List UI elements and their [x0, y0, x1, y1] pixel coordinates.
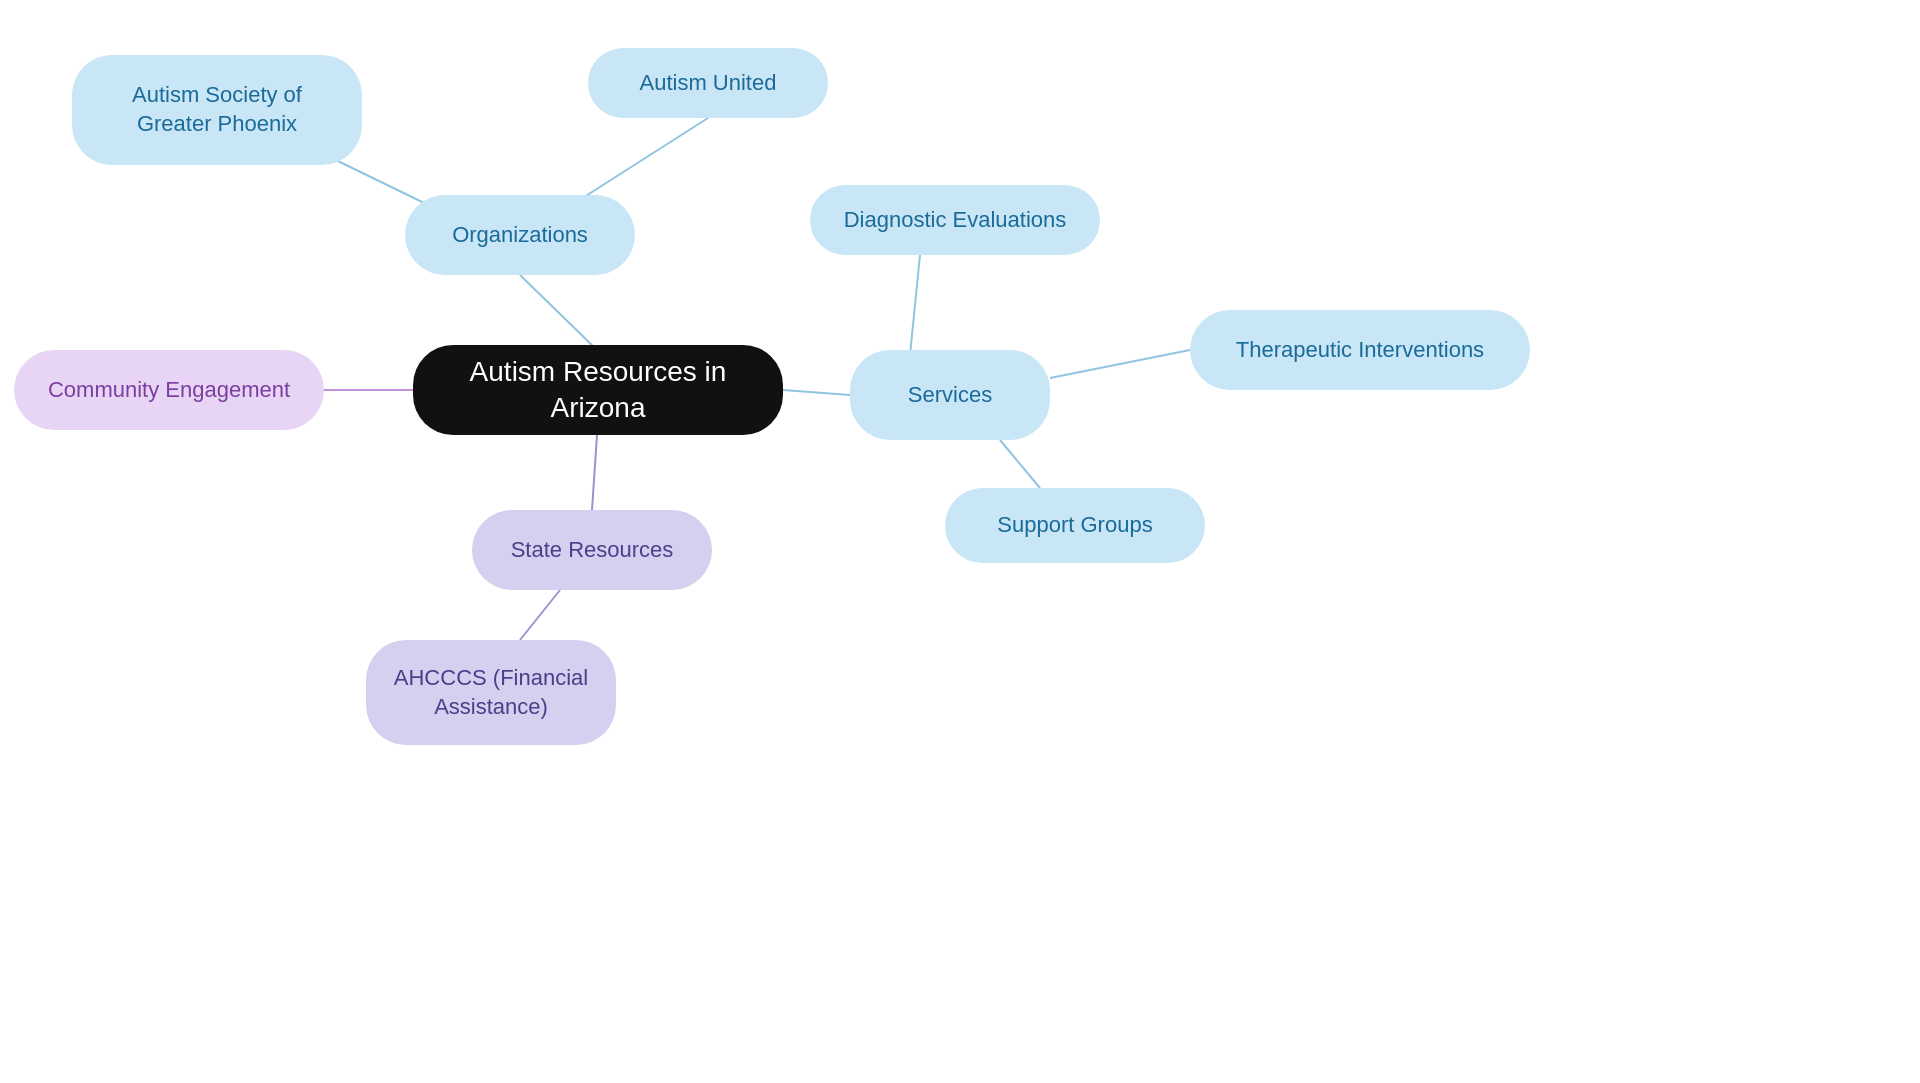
svg-line-0 — [520, 275, 597, 350]
center-node: Autism Resources in Arizona — [413, 345, 783, 435]
svg-line-6 — [1050, 350, 1190, 378]
organizations-node[interactable]: Organizations — [405, 195, 635, 275]
autism-society-node[interactable]: Autism Society of Greater Phoenix — [72, 55, 362, 165]
autism-united-node[interactable]: Autism United — [588, 48, 828, 118]
services-node[interactable]: Services — [850, 350, 1050, 440]
svg-line-4 — [783, 390, 850, 395]
svg-line-9 — [520, 590, 560, 640]
therapeutic-interventions-node[interactable]: Therapeutic Interventions — [1190, 310, 1530, 390]
support-groups-node[interactable]: Support Groups — [945, 488, 1205, 563]
svg-line-5 — [910, 255, 920, 355]
community-engagement-node[interactable]: Community Engagement — [14, 350, 324, 430]
diagnostic-evaluations-node[interactable]: Diagnostic Evaluations — [810, 185, 1100, 255]
ahcccs-node[interactable]: AHCCCS (Financial Assistance) — [366, 640, 616, 745]
svg-line-8 — [592, 435, 597, 510]
state-resources-node[interactable]: State Resources — [472, 510, 712, 590]
svg-line-7 — [1000, 440, 1040, 488]
